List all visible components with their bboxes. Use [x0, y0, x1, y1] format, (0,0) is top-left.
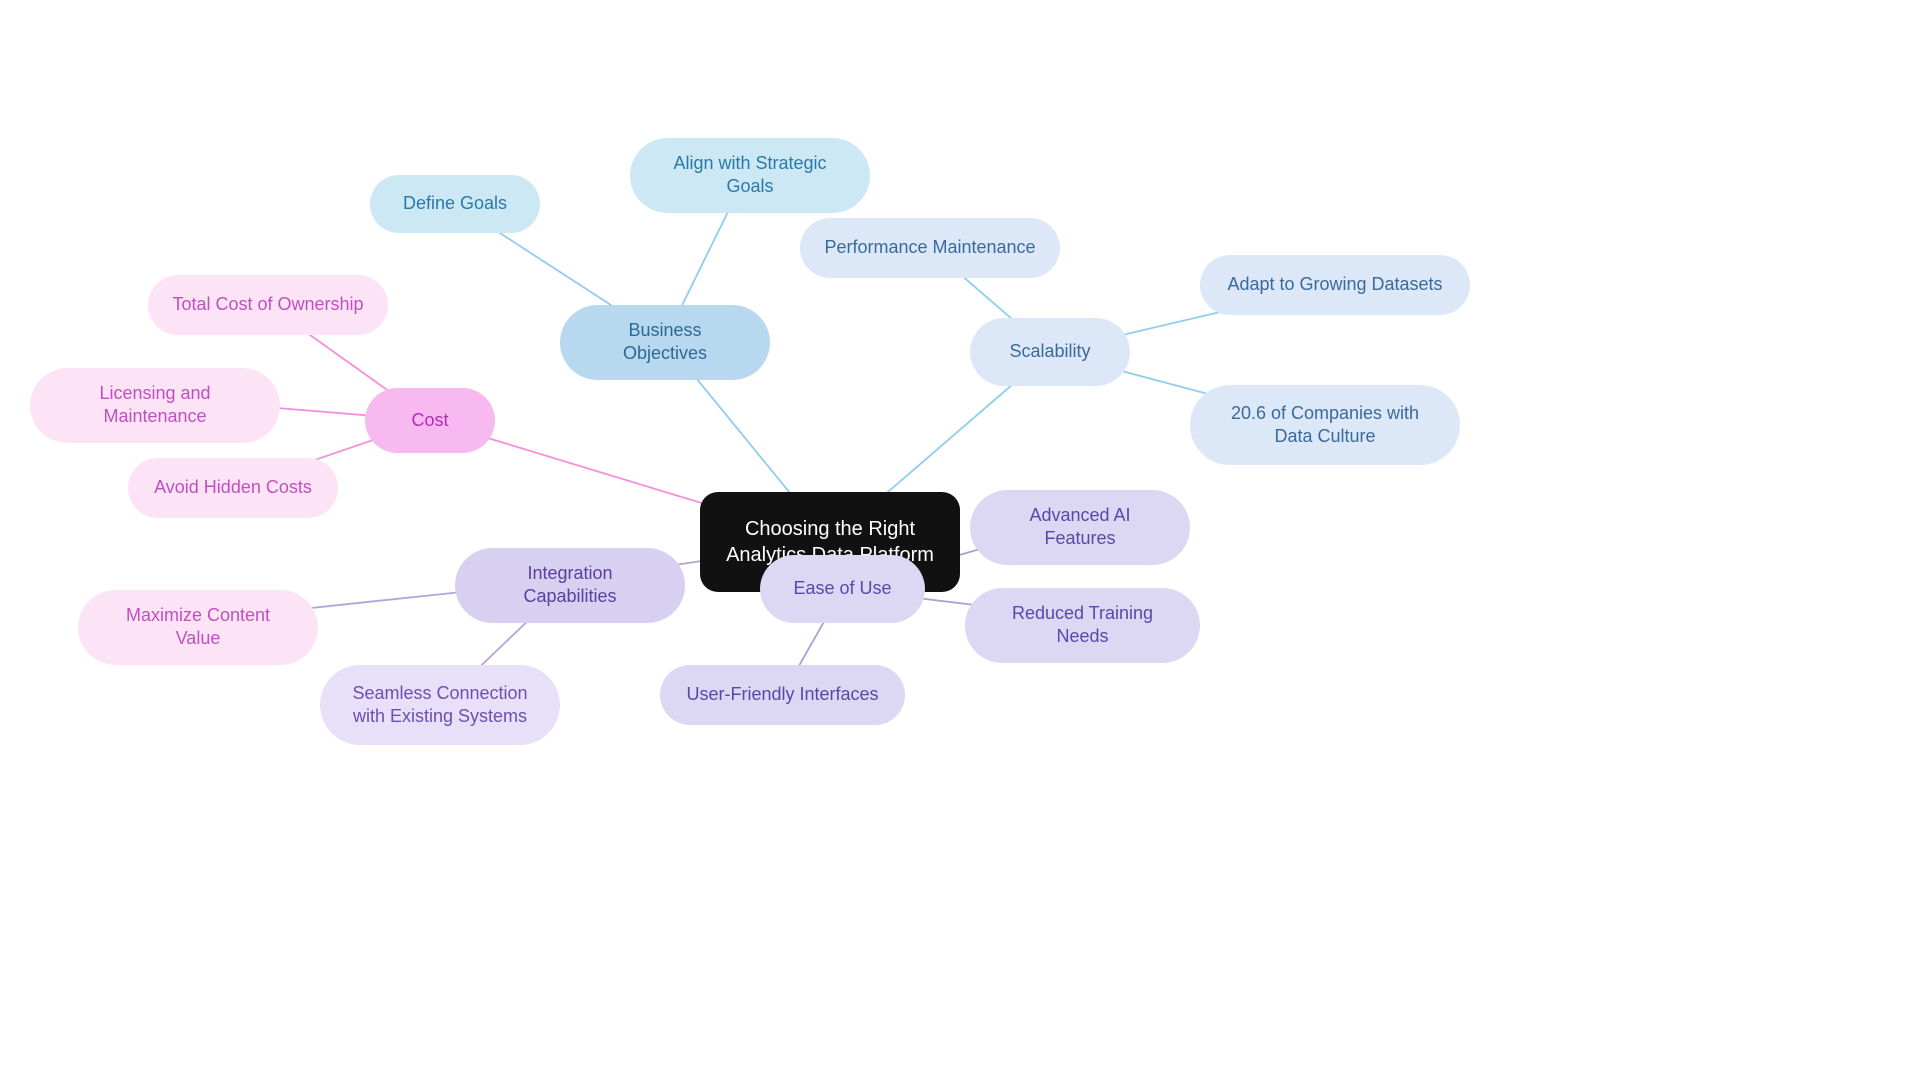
- node-align-strategic: Align with Strategic Goals: [630, 138, 870, 213]
- node-business-objectives: Business Objectives: [560, 305, 770, 380]
- node-performance-maintenance: Performance Maintenance: [800, 218, 1060, 278]
- node-avoid-hidden: Avoid Hidden Costs: [128, 458, 338, 518]
- node-define-goals: Define Goals: [370, 175, 540, 233]
- node-licensing: Licensing and Maintenance: [30, 368, 280, 443]
- connections-svg: [0, 0, 1920, 1083]
- node-ease-of-use: Ease of Use: [760, 555, 925, 623]
- node-adapt-growing: Adapt to Growing Datasets: [1200, 255, 1470, 315]
- node-user-friendly: User-Friendly Interfaces: [660, 665, 905, 725]
- node-data-culture: 20.6 of Companies with Data Culture: [1190, 385, 1460, 465]
- node-total-cost: Total Cost of Ownership: [148, 275, 388, 335]
- node-advanced-ai: Advanced AI Features: [970, 490, 1190, 565]
- node-reduced-training: Reduced Training Needs: [965, 588, 1200, 663]
- node-seamless-connection: Seamless Connection with Existing System…: [320, 665, 560, 745]
- node-maximize-content: Maximize Content Value: [78, 590, 318, 665]
- mind-map: Choosing the Right Analytics Data Platfo…: [0, 0, 1920, 1083]
- node-scalability: Scalability: [970, 318, 1130, 386]
- node-integration: Integration Capabilities: [455, 548, 685, 623]
- node-cost: Cost: [365, 388, 495, 453]
